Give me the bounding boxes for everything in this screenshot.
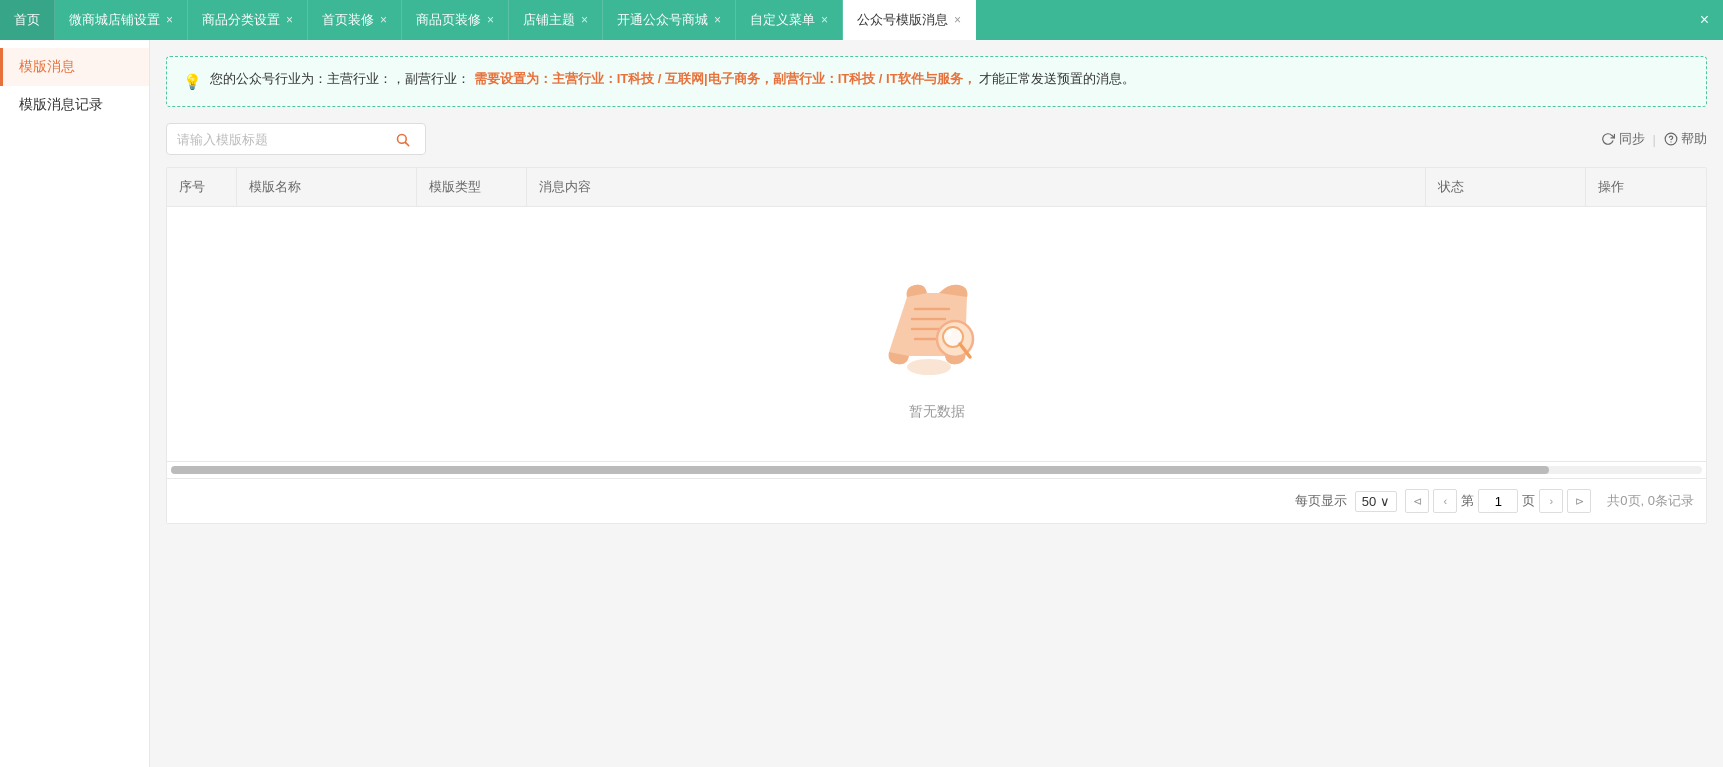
scrollbar-thumb <box>171 466 1549 474</box>
sidebar-item-template-record[interactable]: 模版消息记录 <box>0 86 149 124</box>
last-page-button[interactable]: ⊳ <box>1567 489 1591 513</box>
sync-button[interactable]: 同步 <box>1601 130 1645 148</box>
tab-home-label: 首页 <box>14 11 40 29</box>
tab-product-page-label: 商品页装修 <box>416 11 481 29</box>
prev-page-button[interactable]: ‹ <box>1433 489 1457 513</box>
search-actions: 同步 | 帮助 <box>1601 130 1707 148</box>
sidebar-item-template-msg[interactable]: 模版消息 <box>0 48 149 86</box>
search-input-wrap[interactable] <box>166 123 426 155</box>
tab-product-page[interactable]: 商品页装修 × <box>402 0 509 40</box>
tab-product-category[interactable]: 商品分类设置 × <box>188 0 308 40</box>
help-icon <box>1664 132 1678 146</box>
col-seq: 序号 <box>167 168 237 206</box>
tab-wechat-shop-label: 微商城店铺设置 <box>69 11 160 29</box>
tab-home-decor[interactable]: 首页装修 × <box>308 0 402 40</box>
search-icon <box>395 132 410 147</box>
data-table: 序号 模版名称 模版类型 消息内容 状态 操作 <box>166 167 1707 524</box>
next-page-button[interactable]: › <box>1539 489 1563 513</box>
notice-prefix: 您的公众号行业为：主营行业：，副营行业： <box>210 71 470 86</box>
tab-wechat-shop[interactable]: 微商城店铺设置 × <box>55 0 188 40</box>
sidebar-item-template-record-label: 模版消息记录 <box>19 96 103 112</box>
page-size-value: 50 <box>1362 494 1376 509</box>
search-bar: 同步 | 帮助 <box>166 123 1707 155</box>
notice-highlight: 需要设置为：主营行业：IT科技 / 互联网|电子商务，副营行业：IT科技 / I… <box>474 71 976 86</box>
sidebar: 模版消息 模版消息记录 <box>0 40 150 767</box>
tab-custom-menu[interactable]: 自定义菜单 × <box>736 0 843 40</box>
table-header: 序号 模版名称 模版类型 消息内容 状态 操作 <box>167 168 1706 207</box>
svg-point-0 <box>398 134 407 143</box>
page-number-input[interactable] <box>1478 489 1518 513</box>
page-size-select[interactable]: 50 ∨ <box>1355 491 1397 512</box>
col-type: 模版类型 <box>417 168 527 206</box>
sync-icon <box>1601 132 1615 146</box>
chevron-down-icon: ∨ <box>1380 494 1390 509</box>
search-button[interactable] <box>387 124 418 154</box>
help-button[interactable]: 帮助 <box>1664 130 1707 148</box>
tab-product-category-label: 商品分类设置 <box>202 11 280 29</box>
col-action: 操作 <box>1586 168 1706 206</box>
tab-open-mall[interactable]: 开通公众号商城 × <box>603 0 736 40</box>
notice-text: 您的公众号行业为：主营行业：，副营行业： 需要设置为：主营行业：IT科技 / 互… <box>210 69 1135 90</box>
page-input: 第 页 <box>1461 489 1535 513</box>
svg-point-4 <box>907 359 951 375</box>
main-layout: 模版消息 模版消息记录 💡 您的公众号行业为：主营行业：，副营行业： 需要设置为… <box>0 40 1723 767</box>
tab-wechat-shop-close[interactable]: × <box>166 13 173 27</box>
tab-bar: 首页 微商城店铺设置 × 商品分类设置 × 首页装修 × 商品页装修 × 店铺主… <box>0 0 1723 40</box>
pagination: 每页显示 50 ∨ ⊲ ‹ 第 页 › ⊳ 共0页, 0条记录 <box>167 478 1706 523</box>
tab-home[interactable]: 首页 <box>0 0 55 40</box>
col-name: 模版名称 <box>237 168 417 206</box>
empty-icon <box>877 267 997 387</box>
page-nav: ⊲ ‹ 第 页 › ⊳ <box>1405 489 1591 513</box>
divider: | <box>1653 132 1656 147</box>
tab-shop-theme-label: 店铺主题 <box>523 11 575 29</box>
col-status: 状态 <box>1426 168 1586 206</box>
content-area: 💡 您的公众号行业为：主营行业：，副营行业： 需要设置为：主营行业：IT科技 /… <box>150 40 1723 767</box>
tab-home-decor-label: 首页装修 <box>322 11 374 29</box>
tab-product-page-close[interactable]: × <box>487 13 494 27</box>
notice-suffix: 才能正常发送预置的消息。 <box>979 71 1135 86</box>
scrollbar-row[interactable] <box>167 461 1706 478</box>
svg-line-1 <box>406 142 409 145</box>
tab-custom-menu-label: 自定义菜单 <box>750 11 815 29</box>
help-label: 帮助 <box>1681 130 1707 148</box>
tab-template-msg[interactable]: 公众号模版消息 × <box>843 0 976 40</box>
col-content: 消息内容 <box>527 168 1426 206</box>
tab-bar-close-button[interactable]: × <box>1686 0 1723 40</box>
search-input[interactable] <box>167 124 387 154</box>
tab-template-msg-label: 公众号模版消息 <box>857 11 948 29</box>
tab-home-decor-close[interactable]: × <box>380 13 387 27</box>
page-size-label: 每页显示 <box>1295 492 1347 510</box>
sidebar-item-template-msg-label: 模版消息 <box>19 58 75 74</box>
empty-state: 暂无数据 <box>167 207 1706 461</box>
first-page-button[interactable]: ⊲ <box>1405 489 1429 513</box>
tab-product-category-close[interactable]: × <box>286 13 293 27</box>
sync-label: 同步 <box>1619 130 1645 148</box>
tab-open-mall-label: 开通公众号商城 <box>617 11 708 29</box>
tab-custom-menu-close[interactable]: × <box>821 13 828 27</box>
page-label-suf: 页 <box>1522 492 1535 510</box>
tab-open-mall-close[interactable]: × <box>714 13 721 27</box>
tab-shop-theme[interactable]: 店铺主题 × <box>509 0 603 40</box>
empty-text: 暂无数据 <box>909 403 965 421</box>
page-label-pre: 第 <box>1461 492 1474 510</box>
scrollbar-track[interactable] <box>171 466 1702 474</box>
tab-shop-theme-close[interactable]: × <box>581 13 588 27</box>
svg-point-12 <box>946 330 952 336</box>
notice-icon: 💡 <box>183 70 202 94</box>
tab-template-msg-close[interactable]: × <box>954 13 961 27</box>
notice-box: 💡 您的公众号行业为：主营行业：，副营行业： 需要设置为：主营行业：IT科技 /… <box>166 56 1707 107</box>
total-info: 共0页, 0条记录 <box>1607 492 1694 510</box>
